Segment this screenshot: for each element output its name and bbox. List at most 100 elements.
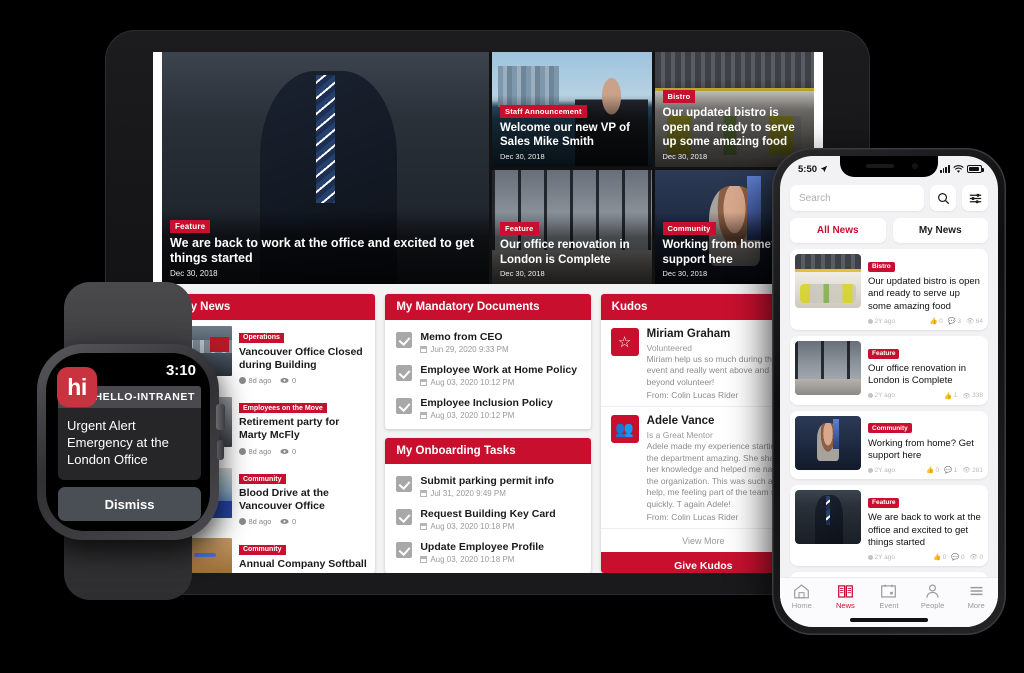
tablet-screen: Feature We are back to work at the offic… <box>162 52 814 573</box>
task-date: Aug 03, 2020 10:18 PM <box>420 522 555 531</box>
calendar-icon <box>420 346 428 354</box>
calendar-icon <box>420 379 428 387</box>
clock-icon <box>868 393 873 399</box>
nav-item-people[interactable]: People <box>913 583 953 610</box>
news-content: Operations Vancouver Office Closed durin… <box>239 326 367 385</box>
article-card[interactable]: Community Working from home? Get support… <box>790 410 988 480</box>
news-title: Blood Drive at the Vancouver Office <box>239 487 329 513</box>
article-thumbnail <box>795 490 861 545</box>
hero-card-staff-announcement[interactable]: Staff Announcement Welcome our new VP of… <box>492 52 652 167</box>
nav-item-home[interactable]: Home <box>782 583 822 610</box>
nav-item-event[interactable]: Event <box>869 583 909 610</box>
clock-icon <box>239 447 246 455</box>
thumbs-up-icon: 👍 <box>944 392 953 400</box>
dashboard-widgets: My News Operations Vancouver Office Clos… <box>162 284 814 573</box>
document-item[interactable]: Employee Work at Home Policy Aug 03, 202… <box>385 359 590 392</box>
category-badge: Community <box>662 222 716 236</box>
article-card[interactable]: Feature We are back to work at the offic… <box>790 485 988 567</box>
dismiss-button[interactable]: Dismiss <box>58 487 201 521</box>
calendar-icon <box>420 490 428 498</box>
article-meta: 2Y ago 👍 1 👁 338 <box>868 392 983 400</box>
task-title: Update Employee Profile <box>420 541 545 554</box>
tab-my-news[interactable]: My News <box>892 218 988 243</box>
category-badge: Employees on the Move <box>239 403 327 414</box>
checkbox[interactable] <box>396 509 413 526</box>
app-logo: hi <box>57 367 97 407</box>
nav-label: Event <box>879 601 899 610</box>
checkbox[interactable] <box>396 398 413 415</box>
checkbox[interactable] <box>396 365 413 382</box>
task-item[interactable]: Request Building Key Card Aug 03, 2020 1… <box>385 503 590 536</box>
view-group: 👁 338 <box>962 392 983 400</box>
comment-count: 1 <box>953 466 958 474</box>
checkbox[interactable] <box>396 542 413 559</box>
category-badge: Community <box>239 544 286 555</box>
home-icon <box>794 584 810 599</box>
task-title: Submit parking permit info <box>420 475 554 487</box>
watch-notification-message: Urgent Alert Emergency at the London Off… <box>58 408 201 481</box>
view-count: 0 <box>979 553 983 561</box>
filter-icon <box>969 193 981 203</box>
nav-label: People <box>920 601 945 610</box>
status-time: 5:50 <box>798 163 818 175</box>
news-age: 8d ago <box>248 517 272 527</box>
checkbox[interactable] <box>396 476 413 492</box>
onboarding-tasks-header: My Onboarding Tasks <box>385 438 591 464</box>
document-item[interactable]: Memo from CEO Jun 29, 2020 9:33 PM <box>385 326 590 359</box>
news-meta: 8d ago 0 <box>239 517 367 526</box>
like-count: 1 <box>953 392 958 400</box>
search-button[interactable] <box>930 185 956 211</box>
category-badge: Feature <box>500 222 539 236</box>
nav-item-news[interactable]: News <box>825 583 865 610</box>
search-input[interactable]: Search <box>790 185 924 211</box>
watch-body: 3:10 hi HELLO-INTRANET Urgent Alert Emer… <box>37 344 225 540</box>
hero-news-grid: Feature We are back to work at the offic… <box>162 52 814 284</box>
comment-icon: 💬 <box>944 467 953 475</box>
article-thumbnail <box>795 415 861 470</box>
comment-icon: 💬 <box>947 318 956 326</box>
phone-screen: 5:50 Search All News My News Bistro Our … <box>780 156 998 627</box>
article-content: Feature We are back to work at the offic… <box>868 490 983 561</box>
article-card[interactable]: Feature Our office renovation in London … <box>790 336 988 405</box>
calendar-icon <box>420 412 428 420</box>
category-badge: Bistro <box>662 90 696 104</box>
task-item[interactable]: Submit parking permit info Jul 31, 2020 … <box>385 470 590 503</box>
eye-icon: 👁 <box>962 467 971 475</box>
like-group: 👍 0 <box>926 466 939 475</box>
document-title: Employee Work at Home Policy <box>420 364 578 377</box>
hero-main-card[interactable]: Feature We are back to work at the offic… <box>162 52 489 284</box>
like-group: 👍 1 <box>944 392 957 400</box>
article-content: Community Working from home? Get support… <box>868 416 983 474</box>
hero-main-date: Dec 30, 2018 <box>170 269 218 278</box>
side-button[interactable] <box>217 440 224 460</box>
hero-card-feature-london[interactable]: Feature Our office renovation in London … <box>492 169 652 284</box>
hero-card-bistro[interactable]: Bistro Our updated bistro is open and re… <box>654 52 814 167</box>
news-content: Community Blood Drive at the Vancouver O… <box>239 468 367 526</box>
article-meta: 2Y ago 👍 0 💬 1 👁 281 <box>868 466 983 474</box>
task-item[interactable]: Update Employee Profile Aug 03, 2020 10:… <box>385 536 590 569</box>
digital-crown[interactable] <box>216 404 225 430</box>
star-icon: ☆ <box>610 328 639 356</box>
signal-icon <box>939 165 950 173</box>
calendar-icon <box>420 556 428 564</box>
tab-all-news[interactable]: All News <box>790 218 886 243</box>
view-group: 👁 0 <box>970 553 983 562</box>
article-thumbnail <box>795 254 861 308</box>
article-title: We are back to work at the office and ex… <box>868 512 981 549</box>
category-badge: Feature <box>170 219 211 233</box>
comment-count: 0 <box>960 553 965 561</box>
hero-card-overlay: Staff Announcement Welcome our new VP of… <box>492 94 652 167</box>
document-item[interactable]: Employee Inclusion Policy Aug 03, 2020 1… <box>385 392 590 425</box>
filter-button[interactable] <box>962 185 988 211</box>
view-group: 👁 281 <box>962 466 983 475</box>
checkbox[interactable] <box>396 332 413 348</box>
category-badge: Operations <box>239 332 284 343</box>
mandatory-documents-header: My Mandatory Documents <box>385 294 591 320</box>
article-card[interactable]: Bistro Our updated bistro is open and re… <box>790 249 988 331</box>
hero-main-title: We are back to work at the office and ex… <box>170 235 475 266</box>
status-indicators <box>939 164 984 174</box>
article-age: 2Y ago <box>874 553 895 561</box>
nav-item-more[interactable]: More <box>956 583 996 610</box>
news-content: Employees on the Move Retirement party f… <box>239 397 367 456</box>
eye-icon <box>280 519 290 525</box>
